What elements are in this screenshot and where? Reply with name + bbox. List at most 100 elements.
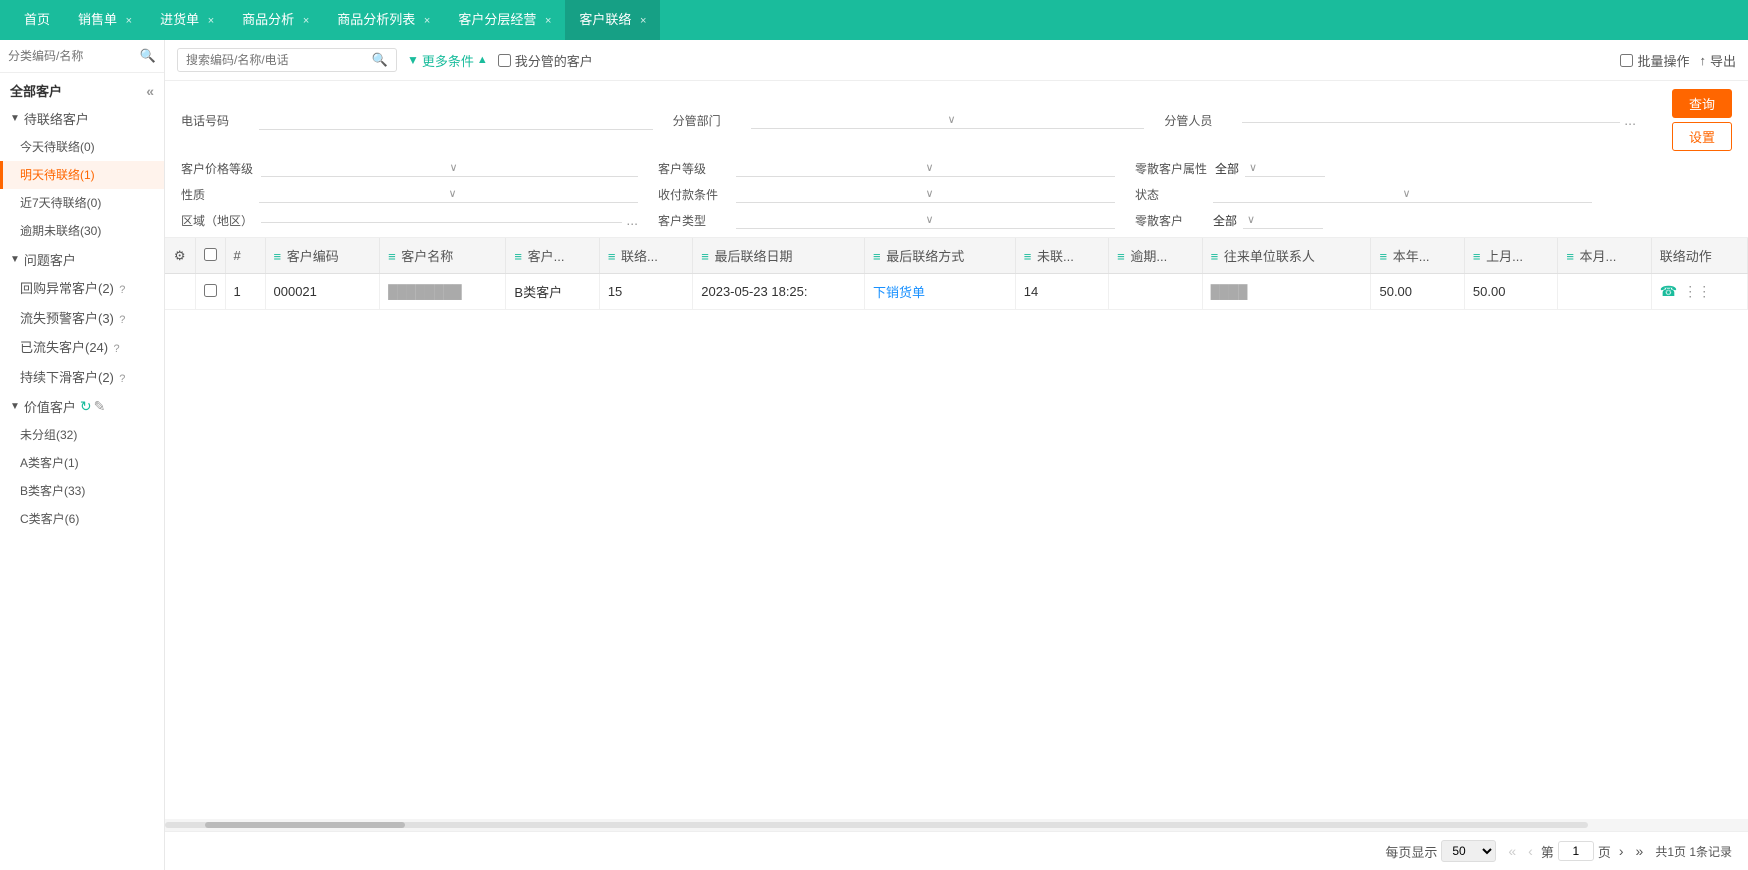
value-group[interactable]: ▼ 价值客户 ↻ ✎ — [0, 392, 164, 421]
nav-customer-contact[interactable]: 客户联络 × — [565, 0, 660, 40]
filter-dots-region[interactable]: ... — [626, 212, 638, 228]
col-customer-name[interactable]: ≡ 客户名称 — [380, 238, 506, 274]
first-page-btn[interactable]: « — [1504, 841, 1520, 861]
chev-payment: ∨ — [926, 187, 1112, 200]
pending-group[interactable]: ▼ 待联络客户 — [0, 104, 164, 133]
export-label: 导出 — [1710, 51, 1736, 70]
row-last-contact-method[interactable]: 下销货单 — [864, 274, 1015, 310]
filter-cell-status: 状态 ∨ — [1135, 185, 1592, 203]
filter-label-phone: 电话号码 — [181, 112, 251, 129]
export-btn[interactable]: ↑ 导出 — [1699, 51, 1736, 70]
more-conditions-btn[interactable]: ▼ 更多条件 ▲ — [407, 51, 488, 70]
row-select-checkbox[interactable] — [204, 284, 217, 297]
close-sales-tab[interactable]: × — [126, 15, 132, 27]
col-contact[interactable]: ≡ 联络... — [599, 238, 692, 274]
chev-price-level: ∨ — [450, 161, 635, 174]
refresh-icon[interactable]: ↻ — [80, 398, 92, 415]
prev-page-btn[interactable]: ‹ — [1524, 841, 1537, 861]
sidebar-item-overdue-contact[interactable]: 逾期未联络(30) — [0, 217, 164, 245]
filter-cell-manager: 分管人员 ... — [1164, 112, 1636, 129]
filter-input-phone[interactable] — [259, 111, 653, 130]
batch-op-checkbox[interactable] — [1620, 54, 1633, 67]
value-group-label: 价值客户 — [24, 397, 76, 416]
sidebar-item-class-a[interactable]: A类客户(1) — [0, 449, 164, 477]
sidebar-item-declining[interactable]: 持续下滑客户(2) ? — [0, 363, 164, 393]
row-action-phone-icon[interactable]: ☎ — [1660, 283, 1677, 300]
table-row: 1 000021 ████████ B类客户 15 2023-05-23 18:… — [165, 274, 1748, 310]
problem-group[interactable]: ▼ 问题客户 — [0, 245, 164, 274]
all-customers-header: 全部客户 « — [0, 73, 164, 104]
filter-row-4: 区域（地区） ... 客户类型 ∨ 零散客户 全部 ∨ — [181, 211, 1732, 229]
query-button[interactable]: 查询 — [1672, 89, 1732, 118]
filter-select-nature[interactable]: ∨ — [259, 185, 638, 203]
col-this-year[interactable]: ≡ 本年... — [1371, 238, 1464, 274]
filter-row-1: 电话号码 分管部门 ∨ 分管人员 ... 查询 — [181, 89, 1732, 151]
sidebar-search-input[interactable] — [8, 49, 140, 63]
filter-select-payment[interactable]: ∨ — [736, 185, 1115, 203]
sidebar-item-7days-contact[interactable]: 近7天待联络(0) — [0, 189, 164, 217]
chevron-up-icon: ▲ — [477, 54, 488, 66]
search-magnifier-icon[interactable]: 🔍 — [372, 52, 388, 68]
close-product-analysis-list-tab[interactable]: × — [424, 15, 430, 27]
my-customers-input[interactable] — [498, 54, 511, 67]
next-page-btn[interactable]: › — [1615, 841, 1628, 861]
select-all-checkbox[interactable] — [204, 248, 217, 261]
sidebar-item-churned[interactable]: 已流失客户(24) ? — [0, 333, 164, 363]
row-contact: 15 — [599, 274, 692, 310]
filter-select-retail-customer[interactable]: ∨ — [1243, 211, 1323, 229]
nav-product-analysis[interactable]: 商品分析 × — [228, 0, 323, 40]
filter-select-price-level[interactable]: ∨ — [261, 159, 638, 177]
filter-dots-manager[interactable]: ... — [1624, 112, 1636, 128]
row-this-month — [1558, 274, 1651, 310]
nav-home[interactable]: 首页 — [10, 0, 64, 40]
col-customer-code[interactable]: ≡ 客户编码 — [265, 238, 380, 274]
filter-cell-customer-type: 客户类型 ∨ — [658, 211, 1115, 229]
reset-button[interactable]: 设置 — [1672, 122, 1732, 151]
page-input[interactable] — [1558, 841, 1594, 861]
col-last-contact-method[interactable]: ≡ 最后联络方式 — [864, 238, 1015, 274]
close-customer-contact-tab[interactable]: × — [640, 15, 646, 27]
nav-purchase[interactable]: 进货单 × — [146, 0, 228, 40]
filter-select-customer-level[interactable]: ∨ — [736, 159, 1115, 177]
sidebar-item-repurchase-abnormal[interactable]: 回购异常客户(2) ? — [0, 274, 164, 304]
col-last-month[interactable]: ≡ 上月... — [1464, 238, 1557, 274]
row-action-more-icon[interactable]: ⋮⋮ — [1683, 283, 1711, 300]
horizontal-scrollbar[interactable] — [165, 819, 1748, 831]
nav-customer-segment[interactable]: 客户分层经营 × — [444, 0, 565, 40]
col-gear[interactable]: ⚙ — [165, 238, 195, 274]
my-customers-checkbox[interactable]: 我分管的客户 — [498, 51, 593, 70]
close-product-analysis-tab[interactable]: × — [303, 15, 309, 27]
close-purchase-tab[interactable]: × — [208, 15, 214, 27]
col-type[interactable]: ≡ 客户... — [506, 238, 599, 274]
sidebar-item-class-b[interactable]: B类客户(33) — [0, 477, 164, 505]
col-unit-contact[interactable]: ≡ 往来单位联系人 — [1202, 238, 1371, 274]
filter-select-dept[interactable]: ∨ — [751, 111, 1145, 129]
filter-select-status[interactable]: ∨ — [1213, 185, 1592, 203]
sidebar-item-today-contact[interactable]: 今天待联络(0) — [0, 133, 164, 161]
last-page-btn[interactable]: » — [1632, 841, 1648, 861]
nav-sales[interactable]: 销售单 × — [64, 0, 146, 40]
sidebar-item-class-c[interactable]: C类客户(6) — [0, 505, 164, 533]
sidebar-item-tomorrow-contact[interactable]: 明天待联络(1) — [0, 161, 164, 189]
sidebar-item-ungrouped[interactable]: 未分组(32) — [0, 421, 164, 449]
sidebar-item-churn-warning[interactable]: 流失预警客户(3) ? — [0, 304, 164, 334]
nav-product-analysis-list[interactable]: 商品分析列表 × — [323, 0, 444, 40]
per-page-dropdown[interactable]: 50 100 200 — [1441, 840, 1496, 862]
edit-icon[interactable]: ✎ — [94, 398, 106, 415]
filter-select-customer-type[interactable]: ∨ — [736, 211, 1115, 229]
col-overdue[interactable]: ≡ 逾期... — [1109, 238, 1202, 274]
filter-select-retail-attr[interactable]: ∨ — [1245, 159, 1325, 177]
col-last-contact-date[interactable]: ≡ 最后联络日期 — [693, 238, 865, 274]
sort-icon-ty: ≡ — [1379, 249, 1387, 264]
help-icon-churn: ? — [119, 314, 125, 326]
col-uncontacted[interactable]: ≡ 未联... — [1015, 238, 1108, 274]
filter-label-retail-customer: 零散客户 — [1135, 212, 1205, 229]
filter-cell-dept: 分管部门 ∨ — [673, 111, 1145, 129]
col-this-month[interactable]: ≡ 本月... — [1558, 238, 1651, 274]
collapse-icon[interactable]: « — [146, 83, 154, 99]
scrollbar-thumb[interactable] — [205, 822, 405, 828]
batch-op-btn[interactable]: 批量操作 — [1620, 51, 1689, 70]
search-input[interactable] — [186, 53, 372, 67]
close-customer-segment-tab[interactable]: × — [545, 15, 551, 27]
sidebar-search-icon[interactable]: 🔍 — [140, 48, 156, 64]
